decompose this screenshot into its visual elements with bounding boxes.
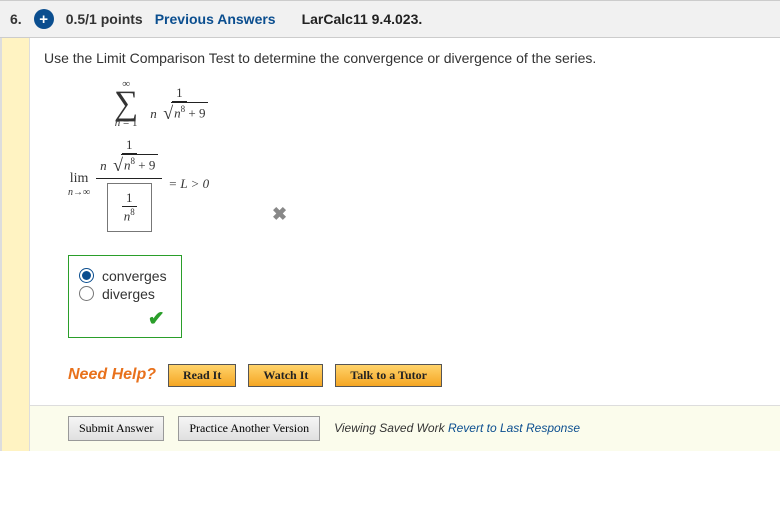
- lim-subscript: n→∞: [68, 187, 90, 198]
- sigma-lower: n = 1: [115, 117, 138, 129]
- plus-icon[interactable]: +: [34, 9, 54, 29]
- practice-another-button[interactable]: Practice Another Version: [178, 416, 320, 441]
- question-header: 6. + 0.5/1 points Previous Answers LarCa…: [0, 0, 780, 38]
- incorrect-icon: ✖: [272, 204, 287, 225]
- submit-row: Submit Answer Practice Another Version V…: [30, 405, 780, 451]
- sqrt-icon: √: [163, 103, 173, 124]
- series-numerator: 1: [172, 85, 187, 102]
- correct-icon: ✔: [79, 306, 165, 331]
- series-denominator: n √ n8 + 9: [146, 102, 212, 123]
- radio-diverges[interactable]: [79, 286, 94, 301]
- help-row: Need Help? Read It Watch It Talk to a Tu…: [68, 364, 766, 387]
- revert-link[interactable]: Revert to Last Response: [448, 421, 580, 435]
- sigma-icon: ∑: [114, 90, 138, 117]
- entered-denominator: n8: [120, 207, 139, 224]
- lim-label: lim: [70, 171, 89, 186]
- submit-answer-button[interactable]: Submit Answer: [68, 416, 164, 441]
- choice-diverges[interactable]: diverges: [79, 286, 167, 302]
- radio-converges[interactable]: [79, 268, 94, 283]
- choice-group: converges diverges ✔: [68, 255, 182, 338]
- diverges-label: diverges: [102, 286, 155, 302]
- previous-answers-link[interactable]: Previous Answers: [155, 11, 276, 27]
- comparison-fraction: 1 n √ n8 + 9 1 n8: [96, 137, 162, 231]
- reference-label: LarCalc11 9.4.023.: [302, 11, 423, 27]
- watch-it-button[interactable]: Watch It: [248, 364, 323, 387]
- converges-label: converges: [102, 268, 167, 284]
- prompt-text: Use the Limit Comparison Test to determi…: [44, 50, 766, 66]
- need-help-label: Need Help?: [68, 366, 156, 384]
- read-it-button[interactable]: Read It: [168, 364, 236, 387]
- sidebar-tab[interactable]: [0, 38, 30, 451]
- sqrt-icon: √: [113, 155, 123, 176]
- choice-converges[interactable]: converges: [79, 268, 167, 284]
- viewing-saved-work: Viewing Saved Work Revert to Last Respon…: [334, 421, 580, 435]
- talk-to-tutor-button[interactable]: Talk to a Tutor: [335, 364, 442, 387]
- question-content: Use the Limit Comparison Test to determi…: [30, 38, 780, 451]
- series-expression: ∞ ∑ n = 1 1 n √ n8 + 9: [114, 78, 766, 129]
- question-number: 6.: [10, 11, 22, 27]
- points-label: 0.5/1 points: [66, 11, 143, 27]
- answer-input-box[interactable]: 1 n8: [107, 183, 152, 231]
- equals-L: = L > 0: [168, 176, 209, 192]
- entered-numerator: 1: [122, 190, 137, 207]
